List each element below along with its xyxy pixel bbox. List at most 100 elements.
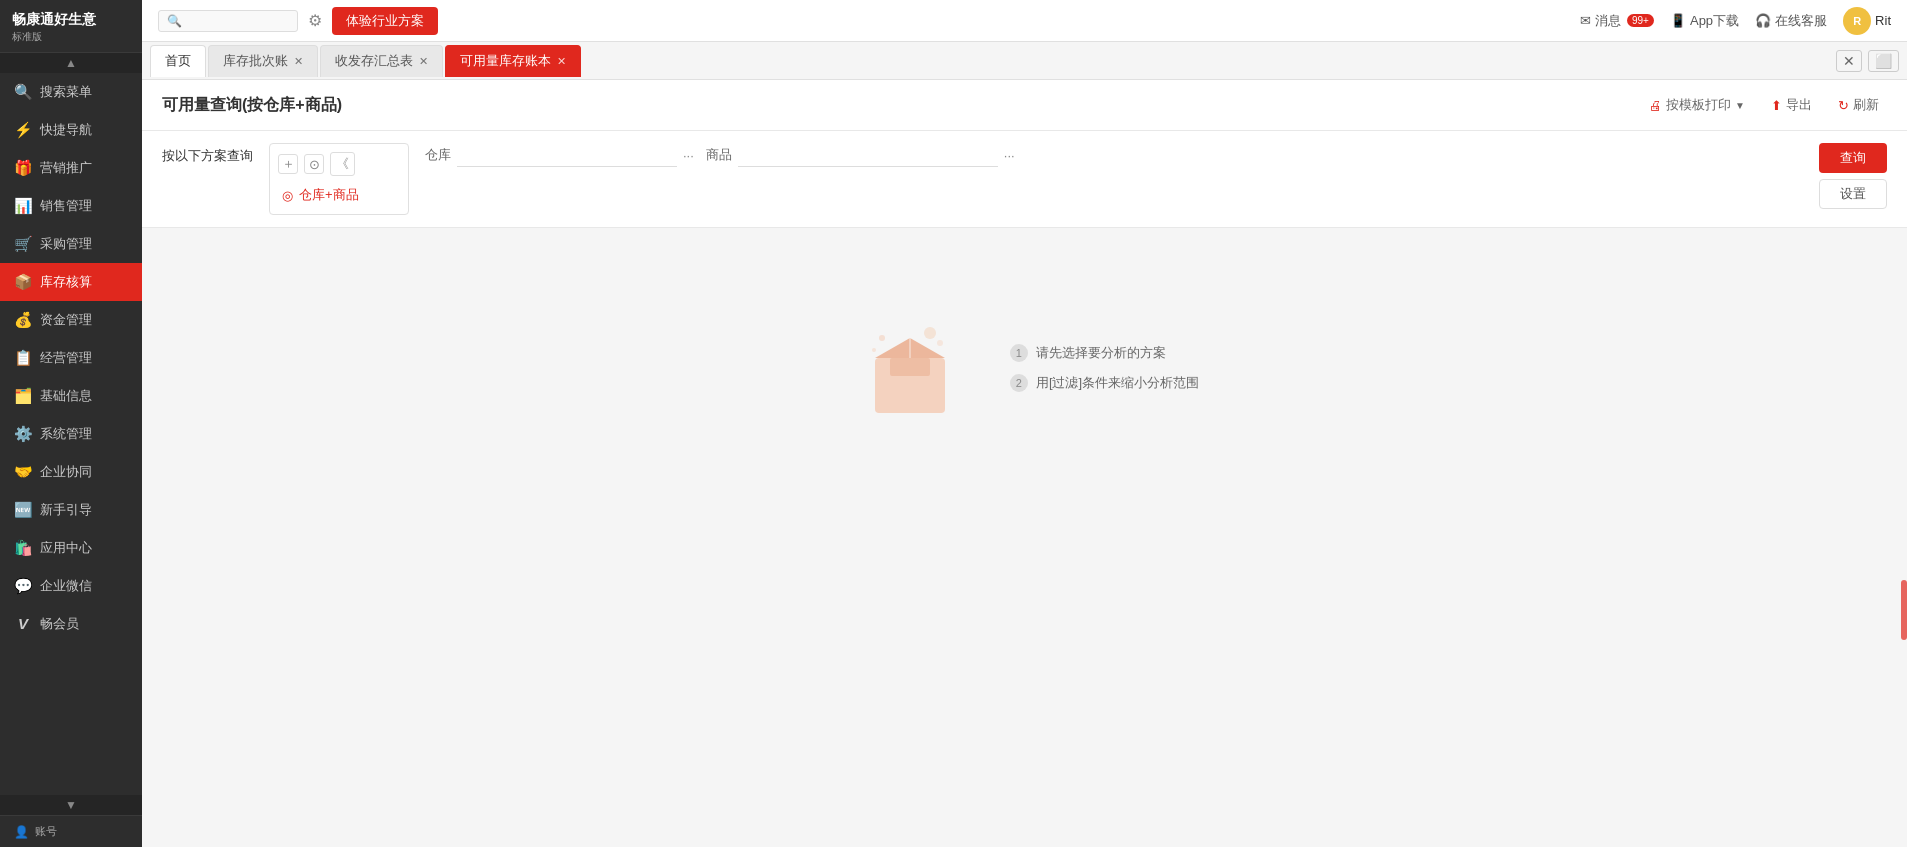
user-profile-item[interactable]: R Rit bbox=[1843, 7, 1891, 35]
tab-close-icon[interactable]: ✕ bbox=[294, 55, 303, 68]
folder-icon: 🗂️ bbox=[14, 387, 32, 405]
tab-close-icon[interactable]: ✕ bbox=[419, 55, 428, 68]
brand-name: 畅康通好生意 bbox=[12, 10, 130, 30]
refresh-btn[interactable]: ↻ 刷新 bbox=[1830, 92, 1887, 118]
user-icon: 👤 bbox=[14, 825, 29, 839]
hint-text-1: 请先选择要分析的方案 bbox=[1036, 344, 1166, 362]
sidebar-item-enterprise[interactable]: 🤝 企业协同 bbox=[0, 453, 142, 491]
product-input[interactable] bbox=[738, 143, 998, 167]
sidebar-item-label: 企业微信 bbox=[40, 577, 92, 595]
print-dropdown-icon: ▼ bbox=[1735, 100, 1745, 111]
sidebar-item-sales[interactable]: 📊 销售管理 bbox=[0, 187, 142, 225]
empty-state: 1 请先选择要分析的方案 2 用[过滤]条件来缩小分析范围 bbox=[142, 228, 1907, 508]
sidebar-item-label: 库存核算 bbox=[40, 273, 92, 291]
sidebar-item-appstore[interactable]: 🛍️ 应用中心 bbox=[0, 529, 142, 567]
sidebar-item-system[interactable]: ⚙️ 系统管理 bbox=[0, 415, 142, 453]
chart-icon: 📊 bbox=[14, 197, 32, 215]
settings-btn[interactable]: 设置 bbox=[1819, 179, 1887, 209]
svg-point-4 bbox=[924, 327, 936, 339]
sidebar-item-search[interactable]: 🔍 搜索菜单 bbox=[0, 73, 142, 111]
sidebar-item-label: 销售管理 bbox=[40, 197, 92, 215]
tabs-bar: 首页 库存批次账 ✕ 收发存汇总表 ✕ 可用量库存账本 ✕ ✕ ⬜ bbox=[142, 42, 1907, 80]
handshake-icon: 🤝 bbox=[14, 463, 32, 481]
svg-point-5 bbox=[937, 340, 943, 346]
sidebar-item-label: 营销推广 bbox=[40, 159, 92, 177]
refresh-label: 刷新 bbox=[1853, 96, 1879, 114]
message-item[interactable]: ✉ 消息 99+ bbox=[1580, 12, 1654, 30]
tab-available-ledger[interactable]: 可用量库存账本 ✕ bbox=[445, 45, 581, 77]
edition-label: 标准版 bbox=[12, 30, 130, 44]
scheme-item-warehouse-product[interactable]: ◎ 仓库+商品 bbox=[270, 180, 408, 210]
app-download-label: App下载 bbox=[1690, 12, 1739, 30]
empty-state-inner: 1 请先选择要分析的方案 2 用[过滤]条件来缩小分析范围 bbox=[850, 308, 1199, 428]
money-icon: 💰 bbox=[14, 311, 32, 329]
empty-svg bbox=[850, 308, 970, 428]
topbar-search-box[interactable]: 🔍 bbox=[158, 10, 298, 32]
message-badge: 99+ bbox=[1627, 14, 1654, 27]
hint-number-1: 1 bbox=[1010, 344, 1028, 362]
trial-button[interactable]: 体验行业方案 bbox=[332, 7, 438, 35]
sidebar-item-marketing[interactable]: 🎁 营销推广 bbox=[0, 149, 142, 187]
add-scheme-btn[interactable]: ＋ bbox=[278, 154, 298, 174]
query-btn[interactable]: 查询 bbox=[1819, 143, 1887, 173]
product-label: 商品 bbox=[706, 146, 732, 164]
sidebar-item-label: 资金管理 bbox=[40, 311, 92, 329]
online-service-item[interactable]: 🎧 在线客服 bbox=[1755, 12, 1827, 30]
product-more-btn[interactable]: ··· bbox=[1004, 148, 1015, 163]
export-btn[interactable]: ⬆ 导出 bbox=[1763, 92, 1820, 118]
sidebar-item-label: 应用中心 bbox=[40, 539, 92, 557]
tab-maximize-btn[interactable]: ⬜ bbox=[1868, 50, 1899, 72]
tab-home[interactable]: 首页 bbox=[150, 45, 206, 77]
warehouse-more-btn[interactable]: ··· bbox=[683, 148, 694, 163]
sidebar-menu: 🔍 搜索菜单 ⚡ 快捷导航 🎁 营销推广 📊 销售管理 🛒 采购管理 📦 库存核… bbox=[0, 73, 142, 795]
tab-close-active-icon[interactable]: ✕ bbox=[557, 55, 566, 68]
app-download-item[interactable]: 📱 App下载 bbox=[1670, 12, 1739, 30]
filter-fields: 仓库 ··· 商品 ··· bbox=[425, 143, 1803, 167]
tab-batch-account[interactable]: 库存批次账 ✕ bbox=[208, 45, 318, 77]
empty-illustration bbox=[850, 308, 970, 428]
sidebar-item-basic[interactable]: 🗂️ 基础信息 bbox=[0, 377, 142, 415]
svg-rect-2 bbox=[890, 358, 930, 376]
settings-scheme-btn[interactable]: ⊙ bbox=[304, 154, 324, 174]
sidebar-item-finance[interactable]: 💰 资金管理 bbox=[0, 301, 142, 339]
print-icon: 🖨 bbox=[1649, 98, 1662, 113]
sidebar-bottom: 👤 账号 bbox=[0, 815, 142, 847]
filter-scheme-header: ＋ ⊙ 《 bbox=[270, 148, 408, 180]
sidebar-item-inventory[interactable]: 📦 库存核算 bbox=[0, 263, 142, 301]
sidebar-scroll-down[interactable]: ▼ bbox=[0, 795, 142, 815]
filter-label: 按以下方案查询 bbox=[162, 147, 253, 165]
hint-text-2: 用[过滤]条件来缩小分析范围 bbox=[1036, 374, 1199, 392]
sidebar-item-label: 企业协同 bbox=[40, 463, 92, 481]
svg-point-7 bbox=[872, 348, 876, 352]
lightning-icon: ⚡ bbox=[14, 121, 32, 139]
sidebar-item-label: 基础信息 bbox=[40, 387, 92, 405]
filter-area: 按以下方案查询 ＋ ⊙ 《 ◎ 仓库+商品 仓库 ··· bbox=[142, 131, 1907, 228]
sidebar-item-operation[interactable]: 📋 经营管理 bbox=[0, 339, 142, 377]
tab-storage-summary[interactable]: 收发存汇总表 ✕ bbox=[320, 45, 443, 77]
hint-number-2: 2 bbox=[1010, 374, 1028, 392]
warehouse-input[interactable] bbox=[457, 143, 677, 167]
sidebar-item-label: 畅会员 bbox=[40, 615, 79, 633]
tabs-right-actions: ✕ ⬜ bbox=[1836, 50, 1899, 72]
export-icon: ⬆ bbox=[1771, 98, 1782, 113]
warehouse-field: 仓库 ··· bbox=[425, 143, 694, 167]
print-btn[interactable]: 🖨 按模板打印 ▼ bbox=[1641, 92, 1753, 118]
sidebar-item-guide[interactable]: 🆕 新手引导 bbox=[0, 491, 142, 529]
gift-icon: 🎁 bbox=[14, 159, 32, 177]
sidebar-item-quick-nav[interactable]: ⚡ 快捷导航 bbox=[0, 111, 142, 149]
sidebar-item-member[interactable]: V 畅会员 bbox=[0, 605, 142, 643]
settings-icon[interactable]: ⚙ bbox=[308, 11, 322, 30]
collapse-btn[interactable]: 《 bbox=[330, 152, 355, 176]
main-area: 🔍 ⚙ 体验行业方案 ✉ 消息 99+ 📱 App下载 🎧 在线客服 R bbox=[142, 0, 1907, 847]
user-name: Rit bbox=[1875, 13, 1891, 28]
sidebar-item-purchase[interactable]: 🛒 采购管理 bbox=[0, 225, 142, 263]
cart-icon: 🛒 bbox=[14, 235, 32, 253]
scheme-label: 仓库+商品 bbox=[299, 186, 359, 204]
available-ledger-label: 可用量库存账本 bbox=[460, 52, 551, 70]
sidebar-item-label: 经营管理 bbox=[40, 349, 92, 367]
search-icon: 🔍 bbox=[14, 83, 32, 101]
sidebar-scroll-up[interactable]: ▲ bbox=[0, 53, 142, 73]
tab-close-window-btn[interactable]: ✕ bbox=[1836, 50, 1862, 72]
page-header: 可用量查询(按仓库+商品) 🖨 按模板打印 ▼ ⬆ 导出 ↻ 刷新 bbox=[142, 80, 1907, 131]
sidebar-item-wechat[interactable]: 💬 企业微信 bbox=[0, 567, 142, 605]
